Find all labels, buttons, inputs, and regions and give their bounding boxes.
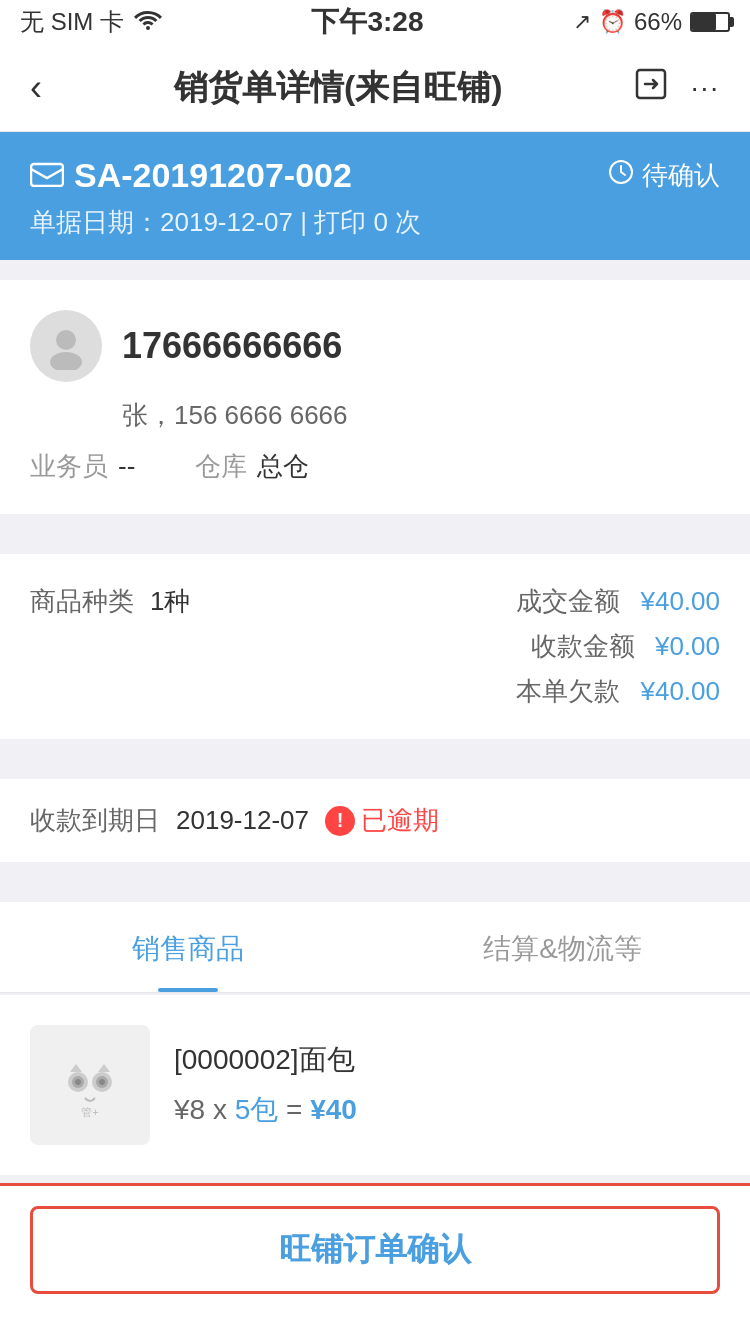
product-price: ¥8 x 5包 = ¥40 — [174, 1091, 720, 1129]
svg-text:管+: 管+ — [81, 1106, 98, 1118]
back-button[interactable]: ‹ — [30, 67, 42, 109]
equals-text: = — [278, 1094, 310, 1125]
page-title: 销货单详情(来自旺铺) — [174, 65, 503, 111]
status-left: 无 SIM 卡 — [20, 6, 162, 38]
customer-contact: 张，156 6666 6666 — [30, 398, 720, 433]
overdue-badge: ! 已逾期 — [325, 803, 439, 838]
order-header: SA-20191207-002 待确认 单据日期：2019-12-07 | 打印… — [0, 132, 750, 260]
svg-point-10 — [99, 1079, 105, 1085]
sales-value: -- — [118, 451, 135, 482]
sales-label: 业务员 — [30, 449, 108, 484]
share-icon[interactable] — [635, 68, 667, 108]
warehouse-label: 仓库 — [195, 449, 247, 484]
tab-sales-products[interactable]: 销售商品 — [0, 902, 375, 992]
category-value: 1种 — [150, 584, 190, 619]
category-label: 商品种类 — [30, 584, 134, 619]
stats-label-1: 收款金额 — [531, 629, 635, 664]
stats-left: 商品种类 1种 — [30, 584, 190, 619]
stats-value-1: ¥0.00 — [655, 631, 720, 662]
stats-row-2: 本单欠款 ¥40.00 — [516, 674, 720, 709]
product-qty: 5包 — [235, 1094, 279, 1125]
carrier-label: 无 SIM 卡 — [20, 6, 124, 38]
stats-label-2: 本单欠款 — [516, 674, 620, 709]
order-id: SA-20191207-002 — [30, 156, 352, 195]
stats-label-0: 成交金额 — [516, 584, 620, 619]
wifi-icon — [134, 8, 162, 36]
stats-card: 商品种类 1种 成交金额 ¥40.00 收款金额 ¥0.00 本单欠款 ¥40.… — [0, 554, 750, 739]
stats-row-0: 成交金额 ¥40.00 — [516, 584, 720, 619]
overdue-icon: ! — [325, 806, 355, 836]
status-right: ↗ ⏰ 66% — [573, 8, 730, 36]
overdue-label: 已逾期 — [361, 803, 439, 838]
divider-1 — [0, 260, 750, 280]
order-status: 待确认 — [608, 158, 720, 193]
divider-4 — [0, 882, 750, 902]
stats-value-2: ¥40.00 — [640, 676, 720, 707]
price-text: ¥8 x — [174, 1094, 235, 1125]
order-icon — [30, 156, 64, 195]
order-date: 单据日期：2019-12-07 | 打印 0 次 — [30, 205, 720, 240]
svg-point-9 — [75, 1079, 81, 1085]
customer-card: 17666666666 张，156 6666 6666 业务员 -- 仓库 总仓 — [0, 280, 750, 514]
more-icon[interactable]: ··· — [691, 72, 720, 104]
stats-value-0: ¥40.00 — [640, 586, 720, 617]
divider-3 — [0, 759, 750, 779]
sales-meta: 业务员 -- — [30, 449, 135, 484]
table-row: 管+ [0000002]面包 ¥8 x 5包 = ¥40 — [0, 995, 750, 1175]
warehouse-value: 总仓 — [257, 449, 309, 484]
battery-label: 66% — [634, 8, 682, 36]
customer-avatar — [30, 310, 102, 382]
product-info: [0000002]面包 ¥8 x 5包 = ¥40 — [174, 1041, 720, 1129]
confirm-order-button[interactable]: 旺铺订单确认 — [30, 1206, 720, 1294]
tabs-bar: 销售商品 结算&物流等 — [0, 902, 750, 993]
status-clock-icon — [608, 159, 634, 192]
confirm-btn-wrapper: 旺铺订单确认 — [0, 1183, 750, 1334]
stats-right: 成交金额 ¥40.00 收款金额 ¥0.00 本单欠款 ¥40.00 — [516, 584, 720, 709]
product-list: 管+ [0000002]面包 ¥8 x 5包 = ¥40 — [0, 995, 750, 1175]
customer-meta: 业务员 -- 仓库 总仓 — [30, 449, 720, 484]
svg-point-4 — [50, 352, 82, 370]
svg-rect-1 — [31, 164, 63, 186]
stats-row-1: 收款金额 ¥0.00 — [531, 629, 720, 664]
warehouse-meta: 仓库 总仓 — [195, 449, 309, 484]
battery-icon — [690, 12, 730, 32]
alarm-icon: ⏰ — [599, 9, 626, 35]
divider-2 — [0, 534, 750, 554]
nav-bar: ‹ 销货单详情(来自旺铺) ··· — [0, 44, 750, 132]
tab-settlement[interactable]: 结算&物流等 — [375, 902, 750, 992]
due-date-card: 收款到期日 2019-12-07 ! 已逾期 — [0, 779, 750, 862]
due-label: 收款到期日 — [30, 803, 160, 838]
status-bar: 无 SIM 卡 下午3:28 ↗ ⏰ 66% — [0, 0, 750, 44]
customer-phone: 17666666666 — [122, 325, 342, 367]
nav-actions: ··· — [635, 68, 720, 108]
product-name: [0000002]面包 — [174, 1041, 720, 1079]
due-date: 2019-12-07 — [176, 805, 309, 836]
product-total: ¥40 — [310, 1094, 357, 1125]
location-icon: ↗ — [573, 9, 591, 35]
status-time: 下午3:28 — [311, 3, 423, 41]
svg-point-3 — [56, 330, 76, 350]
product-thumbnail: 管+ — [30, 1025, 150, 1145]
